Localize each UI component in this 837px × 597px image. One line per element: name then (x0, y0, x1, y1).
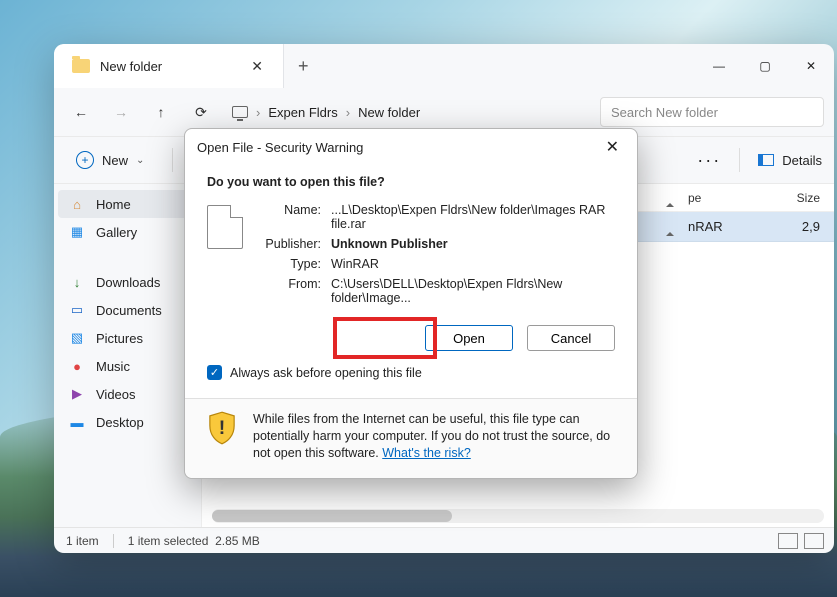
breadcrumb-item[interactable]: Expen Fldrs (268, 105, 337, 120)
grid-view-icon[interactable] (804, 533, 824, 549)
file-type: nRAR (688, 219, 762, 234)
sidebar: ⌂ Home ▦ Gallery ↓ Downloads ▭ Documents… (54, 184, 202, 527)
publisher-label: Publisher: (257, 237, 321, 251)
column-header-size[interactable]: Size (762, 191, 834, 205)
divider (739, 148, 740, 172)
status-bar: 1 item 1 item selected 2.85 MB (54, 527, 834, 553)
folder-icon (72, 59, 90, 73)
checkbox-checked-icon: ✓ (207, 365, 222, 380)
sidebar-item-label: Pictures (96, 331, 143, 346)
titlebar: New folder ✕ + — ▢ ✕ (54, 44, 834, 88)
scrollbar-thumb[interactable] (212, 510, 452, 522)
name-label: Name: (257, 203, 321, 231)
tab-close-button[interactable]: ✕ (245, 56, 269, 77)
sidebar-item-desktop[interactable]: ▬ Desktop (54, 408, 201, 436)
from-label: From: (257, 277, 321, 305)
highlight-annotation (333, 317, 437, 359)
new-label: New (102, 153, 128, 168)
tab-title: New folder (100, 59, 235, 74)
new-button[interactable]: + New ⌄ (66, 147, 154, 173)
details-label: Details (782, 153, 822, 168)
security-warning-dialog: Open File - Security Warning ✕ Do you wa… (184, 128, 638, 479)
always-ask-label: Always ask before opening this file (230, 366, 422, 380)
gallery-icon: ▦ (68, 224, 86, 240)
tab-new-folder[interactable]: New folder ✕ (54, 44, 284, 88)
file-icon (207, 205, 243, 249)
sidebar-item-label: Downloads (96, 275, 160, 290)
maximize-button[interactable]: ▢ (742, 44, 788, 88)
back-button[interactable]: ← (64, 95, 98, 129)
warning-text: While files from the Internet can be use… (253, 411, 615, 462)
divider (113, 534, 114, 548)
more-button[interactable]: ··· (697, 150, 721, 171)
dialog-title: Open File - Security Warning (197, 140, 363, 155)
details-icon (758, 154, 774, 166)
open-button[interactable]: Open (425, 325, 513, 351)
breadcrumb-item[interactable]: New folder (358, 105, 420, 120)
new-tab-button[interactable]: + (284, 56, 323, 77)
dialog-close-button[interactable]: ✕ (600, 135, 625, 159)
from-value: C:\Users\DELL\Desktop\Expen Fldrs\New fo… (331, 277, 615, 305)
download-icon: ↓ (68, 274, 86, 290)
type-value: WinRAR (331, 257, 615, 271)
sidebar-item-music[interactable]: ● Music (54, 352, 201, 380)
videos-icon: ▶ (68, 386, 86, 402)
sidebar-item-label: Home (96, 197, 131, 212)
pictures-icon: ▧ (68, 330, 86, 346)
file-size: 2,9 (762, 219, 834, 234)
sidebar-item-label: Music (96, 359, 130, 374)
desktop-icon: ▬ (68, 414, 86, 430)
minimize-button[interactable]: — (696, 44, 742, 88)
sidebar-item-downloads[interactable]: ↓ Downloads (54, 268, 201, 296)
horizontal-scrollbar[interactable] (212, 509, 824, 523)
divider (172, 148, 173, 172)
sidebar-item-label: Videos (96, 387, 136, 402)
status-item-count: 1 item (66, 534, 99, 548)
sidebar-item-pictures[interactable]: ▧ Pictures (54, 324, 201, 352)
name-value: ...L\Desktop\Expen Fldrs\New folder\Imag… (331, 203, 615, 231)
column-header-type[interactable]: pe (688, 191, 762, 205)
window-controls: — ▢ ✕ (696, 44, 834, 88)
sidebar-item-label: Gallery (96, 225, 137, 240)
close-window-button[interactable]: ✕ (788, 44, 834, 88)
sidebar-item-documents[interactable]: ▭ Documents (54, 296, 201, 324)
up-button[interactable]: ↑ (144, 95, 178, 129)
sidebar-item-gallery[interactable]: ▦ Gallery (54, 218, 201, 246)
always-ask-checkbox[interactable]: ✓ Always ask before opening this file (207, 365, 615, 380)
sidebar-item-home[interactable]: ⌂ Home (58, 190, 197, 218)
refresh-button[interactable]: ⟳ (184, 95, 218, 129)
sidebar-item-label: Documents (96, 303, 162, 318)
svg-text:!: ! (219, 417, 225, 439)
breadcrumb[interactable]: › Expen Fldrs › New folder (224, 105, 594, 120)
status-selected: 1 item selected 2.85 MB (128, 534, 260, 548)
sidebar-item-videos[interactable]: ▶ Videos (54, 380, 201, 408)
details-view-button[interactable]: Details (758, 153, 822, 168)
type-label: Type: (257, 257, 321, 271)
this-pc-icon (232, 106, 248, 118)
list-view-icon[interactable] (778, 533, 798, 549)
cancel-button[interactable]: Cancel (527, 325, 615, 351)
chevron-right-icon: › (256, 105, 260, 120)
search-input[interactable]: Search New folder (600, 97, 824, 127)
plus-icon: + (76, 151, 94, 169)
whats-the-risk-link[interactable]: What's the risk? (382, 446, 471, 460)
chevron-right-icon: › (346, 105, 350, 120)
home-icon: ⌂ (68, 196, 86, 212)
dialog-titlebar: Open File - Security Warning ✕ (185, 129, 637, 165)
music-icon: ● (68, 358, 86, 374)
forward-button[interactable]: → (104, 95, 138, 129)
chevron-down-icon: ⌄ (136, 155, 144, 166)
shield-warning-icon: ! (207, 411, 237, 445)
dialog-question: Do you want to open this file? (207, 175, 615, 189)
sidebar-item-label: Desktop (96, 415, 144, 430)
documents-icon: ▭ (68, 302, 86, 318)
publisher-value: Unknown Publisher (331, 237, 615, 251)
